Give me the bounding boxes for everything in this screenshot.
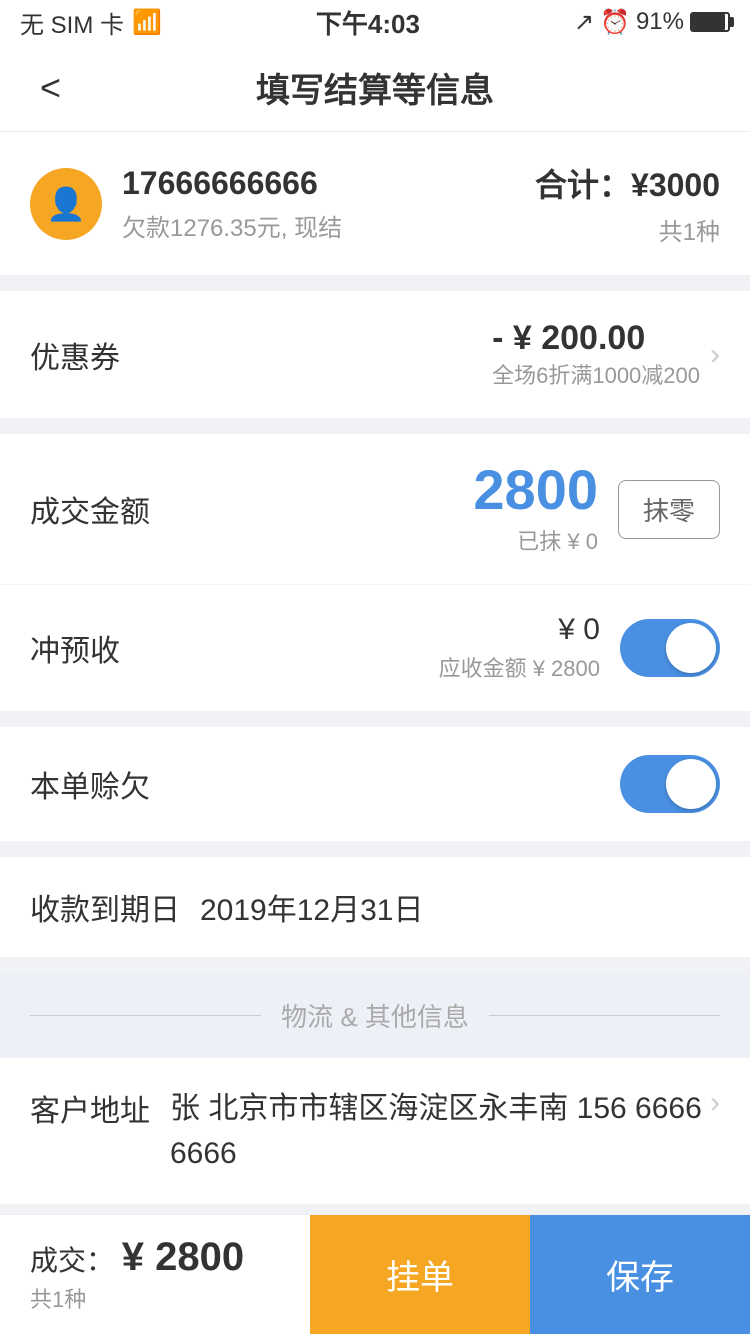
coupon-right: - ¥ 200.00 全场6折满1000减200 ›: [492, 319, 720, 390]
page-title: 填写结算等信息: [256, 63, 494, 112]
total-amount: 合计：¥3000: [535, 160, 720, 206]
total-label: 合计：: [535, 167, 631, 203]
status-bar: 无 SIM 卡 📶 下午4:03 ↗ ⏰ 91%: [0, 0, 750, 44]
prepayment-toggle[interactable]: [620, 619, 720, 677]
debt-toggle[interactable]: [620, 755, 720, 813]
address-value: 张 北京市市辖区海淀区永丰南 156 6666 6666: [170, 1086, 710, 1176]
coupon-label: 优惠券: [30, 333, 120, 377]
back-button[interactable]: <: [30, 57, 71, 119]
address-label: 客户地址: [30, 1086, 150, 1130]
prepayment-right: ¥ 0 应收金额 ¥ 2800: [439, 613, 720, 683]
prepayment-amount: ¥ 0: [439, 613, 600, 647]
customer-total: 合计：¥3000 共1种: [535, 160, 720, 247]
status-time: 下午4:03: [316, 4, 420, 41]
content: 👤 17666666666 欠款1276.35元, 现结 合计：¥3000 共1…: [0, 132, 750, 1334]
debt-label: 本单赊欠: [30, 762, 150, 806]
logistics-line-left: [30, 1015, 261, 1016]
status-right: ↗ ⏰ 91%: [574, 8, 730, 37]
status-left: 无 SIM 卡 📶: [20, 5, 162, 40]
address-row[interactable]: 客户地址 张 北京市市辖区海淀区永丰南 156 6666 6666 ›: [0, 1058, 750, 1204]
prepayment-row: 冲预收 ¥ 0 应收金额 ¥ 2800: [0, 584, 750, 711]
coupon-desc: 全场6折满1000减200: [492, 358, 700, 390]
alarm-icon: ⏰: [600, 8, 630, 37]
logistics-text: 物流 & 其他信息: [281, 997, 469, 1034]
amount-value: 2800: [473, 462, 598, 518]
location-icon: ↗: [574, 8, 594, 37]
bottom-amount: ¥ 2800: [122, 1235, 244, 1279]
due-date-row: 收款到期日 2019年12月31日: [0, 857, 750, 957]
amount-label: 成交金额: [30, 487, 150, 531]
logistics-line-right: [489, 1015, 720, 1016]
bottom-label-amount: 成交： ¥ 2800: [30, 1235, 280, 1280]
battery-text: 91%: [636, 8, 684, 36]
customer-info: 17666666666 欠款1276.35元, 现结: [122, 165, 535, 243]
prepayment-info: ¥ 0 应收金额 ¥ 2800: [439, 613, 600, 683]
customer-phone: 17666666666: [122, 165, 535, 202]
save-button[interactable]: 保存: [530, 1215, 750, 1334]
logistics-divider: 物流 & 其他信息: [0, 973, 750, 1058]
debt-row: 本单赊欠: [0, 727, 750, 841]
prepayment-label: 冲预收: [30, 626, 120, 670]
no-sim-text: 无 SIM 卡: [20, 5, 124, 40]
header: < 填写结算等信息: [0, 44, 750, 132]
battery-icon: [690, 12, 730, 32]
bottom-count: 共1种: [30, 1282, 280, 1314]
bottom-bar: 成交： ¥ 2800 共1种 挂单 保存: [0, 1214, 750, 1334]
avatar: 👤: [30, 168, 102, 240]
round-button[interactable]: 抹零: [618, 480, 720, 539]
due-date-label: 收款到期日: [30, 885, 180, 929]
coupon-discount: - ¥ 200.00: [492, 319, 700, 358]
chevron-right-icon: ›: [710, 338, 720, 372]
bottom-summary: 成交： ¥ 2800 共1种: [0, 1235, 310, 1314]
amount-section: 成交金额 2800 已抹 ¥ 0 抹零 冲预收 ¥ 0 应收金额 ¥ 2800: [0, 434, 750, 711]
customer-card: 👤 17666666666 欠款1276.35元, 现结 合计：¥3000 共1…: [0, 132, 750, 275]
total-count: 共1种: [535, 212, 720, 247]
wifi-icon: 📶: [132, 8, 162, 37]
prepayment-sub: 应收金额 ¥ 2800: [439, 651, 600, 683]
amount-value-wrap: 2800 已抹 ¥ 0: [473, 462, 598, 556]
transaction-amount-row: 成交金额 2800 已抹 ¥ 0 抹零: [0, 434, 750, 584]
amount-sub: 已抹 ¥ 0: [473, 524, 598, 556]
address-chevron-icon: ›: [710, 1086, 720, 1120]
amount-right: 2800 已抹 ¥ 0 抹零: [473, 462, 720, 556]
hang-button[interactable]: 挂单: [310, 1215, 530, 1334]
customer-sub: 欠款1276.35元, 现结: [122, 208, 535, 243]
total-value: ¥3000: [631, 167, 720, 203]
due-date-value: 2019年12月31日: [200, 885, 423, 929]
coupon-info: - ¥ 200.00 全场6折满1000减200: [492, 319, 700, 390]
coupon-row[interactable]: 优惠券 - ¥ 200.00 全场6折满1000减200 ›: [0, 291, 750, 418]
bottom-label: 成交：: [30, 1245, 114, 1276]
